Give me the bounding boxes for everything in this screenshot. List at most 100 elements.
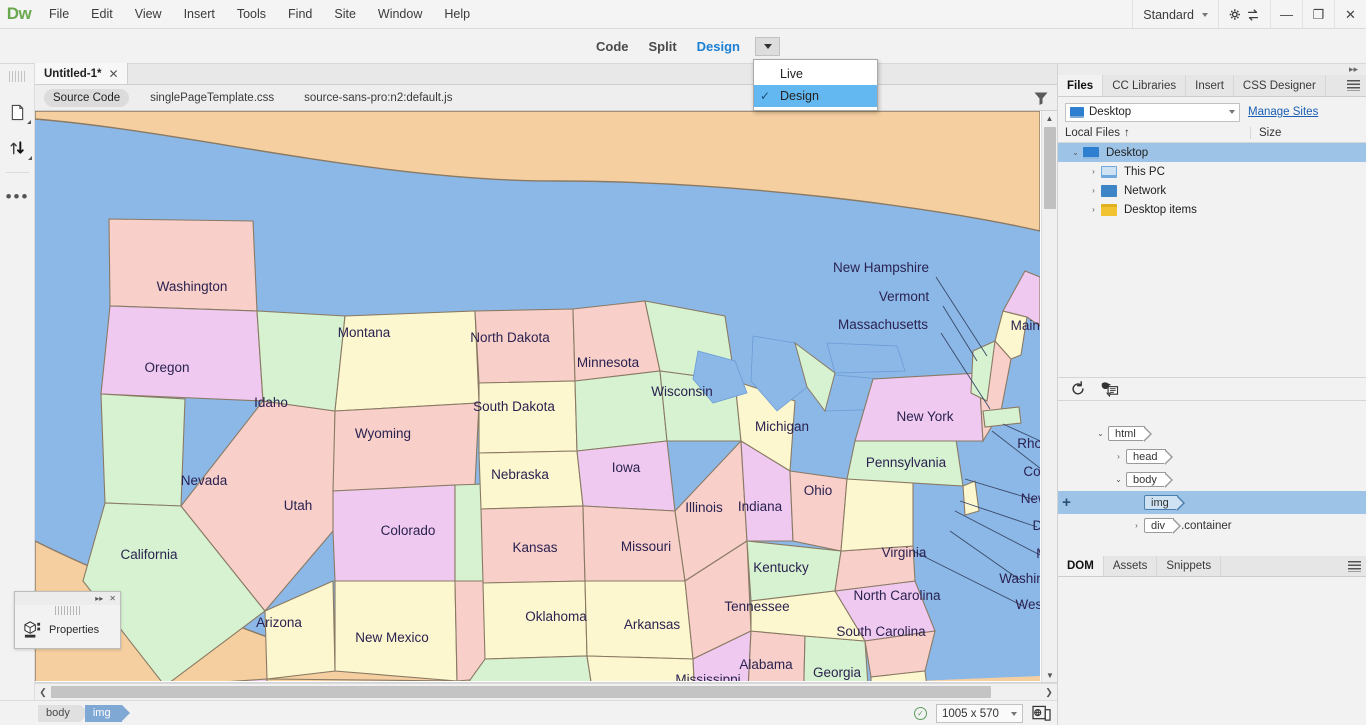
panel-menu-icon[interactable] [1347,80,1360,91]
dom-tree-row[interactable]: + img [1058,491,1366,514]
scroll-left-arrow-icon[interactable]: ❮ [35,687,51,698]
twisty-icon[interactable]: › [1129,521,1144,530]
document-tab-untitled1[interactable]: Untitled-1* ✕ [35,63,128,84]
view-option-code[interactable]: Code [586,29,639,64]
dom-tree-row[interactable]: ⌄ html [1058,422,1366,445]
menu-view[interactable]: View [124,0,173,29]
column-local-files[interactable]: Local Files ↑ [1058,127,1250,139]
dom-tag[interactable]: head [1126,449,1175,465]
horizontal-scroll-thumb[interactable] [51,686,991,698]
twisty-icon[interactable]: ⌄ [1068,148,1083,157]
tag-selector[interactable]: body img [0,704,130,722]
view-menu-item-live[interactable]: Live [754,63,877,85]
related-file-2[interactable]: source-sans-pro:n2:default.js [295,89,461,107]
properties-panel-grip[interactable] [54,606,81,615]
rail-grip-handle[interactable] [9,71,25,82]
panel-tab-files[interactable]: Files [1058,75,1104,96]
vertical-scroll-thumb[interactable] [1044,127,1056,209]
view-mode-dropdown-button[interactable] [755,36,780,56]
dom-tree-row[interactable]: › div .container [1058,514,1366,537]
menu-help[interactable]: Help [433,0,481,29]
toolbar-icons[interactable] [1218,0,1270,29]
check-circle-icon[interactable]: ✓ [914,707,927,720]
up-down-arrows-icon[interactable] [0,130,35,166]
dom-tag[interactable]: div [1144,518,1182,534]
close-icon[interactable]: ✕ [109,594,116,603]
add-element-icon[interactable]: + [1058,494,1075,511]
twisty-icon[interactable]: ⌄ [1111,475,1126,484]
column-size[interactable]: Size [1250,127,1366,139]
view-option-design[interactable]: Design [687,29,750,64]
file-tree-row[interactable]: › Desktop items [1058,200,1366,219]
close-icon[interactable]: ✕ [109,67,119,81]
panel-tab-insert[interactable]: Insert [1186,75,1234,96]
canvas-vertical-scrollbar[interactable]: ▲ ▼ [1041,111,1057,682]
close-button[interactable]: ✕ [1334,0,1366,29]
properties-panel[interactable]: ▸▸ ✕ Properties [14,591,121,649]
window-size-select[interactable]: 1005 x 570 [936,704,1023,723]
view-menu-item-design[interactable]: ✓ Design [754,85,877,107]
dom-panel-menu-icon[interactable] [1348,561,1361,572]
twisty-icon[interactable]: ⌄ [1093,429,1108,438]
restore-button[interactable]: ❐ [1302,0,1334,29]
menu-insert[interactable]: Insert [173,0,226,29]
page-file-icon[interactable] [0,94,35,130]
scroll-down-arrow-icon[interactable]: ▼ [1042,668,1057,682]
file-tree-row[interactable]: › Network [1058,181,1366,200]
menu-window[interactable]: Window [367,0,433,29]
gear-icon[interactable] [1229,7,1244,22]
view-option-split[interactable]: Split [638,29,686,64]
panel-tab-css-designer[interactable]: CSS Designer [1234,75,1326,96]
canvas-horizontal-scrollbar[interactable]: ❮ ❯ [35,683,1057,700]
panel-tab-cc-libraries[interactable]: CC Libraries [1103,75,1187,96]
filter-funnel-icon[interactable] [1033,90,1049,106]
manage-sites-link[interactable]: Manage Sites [1248,106,1318,118]
related-file-1[interactable]: singlePageTemplate.css [141,89,283,107]
more-options-icon[interactable]: ••• [0,179,35,215]
tag-selector-img[interactable]: img [84,704,130,722]
device-preview-icon[interactable] [1032,705,1051,722]
workspace-switcher[interactable]: Standard [1132,0,1218,29]
menu-find[interactable]: Find [277,0,323,29]
twisty-icon[interactable]: › [1111,452,1126,461]
twisty-icon[interactable]: › [1086,167,1101,176]
dom-tab-assets[interactable]: Assets [1104,556,1158,576]
file-tree-row[interactable]: › This PC [1058,162,1366,181]
collapse-icon[interactable]: ▸▸ [1349,64,1358,75]
view-menu-label-design: Design [780,89,819,103]
menu-file[interactable]: File [38,0,80,29]
view-mode-dropdown-menu[interactable]: Live ✓ Design [753,59,878,111]
tag-selector-body[interactable]: body [38,704,89,722]
dom-tree[interactable]: ⌄ html › head ⌄ body + img › div .container [1058,422,1366,537]
related-file-0[interactable]: Source Code [44,88,130,107]
twisty-icon[interactable]: › [1086,205,1101,214]
map-label-colorado: Colorado [381,523,436,538]
files-tree[interactable]: ⌄ Desktop › This PC › Network › Desktop items [1058,143,1366,219]
dom-tab-dom[interactable]: DOM [1058,556,1104,576]
file-tree-row[interactable]: ⌄ Desktop [1058,143,1366,162]
menu-site[interactable]: Site [323,0,367,29]
dom-tab-snippets[interactable]: Snippets [1157,556,1222,576]
dom-tree-row[interactable]: ⌄ body [1058,468,1366,491]
dom-tag[interactable]: body [1126,472,1173,488]
dom-tag[interactable]: html [1108,426,1152,442]
dom-tag[interactable]: img [1144,495,1185,511]
menu-edit[interactable]: Edit [80,0,124,29]
scroll-right-arrow-icon[interactable]: ❯ [1041,687,1057,698]
minimize-button[interactable]: — [1270,0,1302,29]
refresh-icon[interactable] [1070,381,1086,397]
live-code-comment-icon[interactable] [1100,381,1119,397]
site-select[interactable]: Desktop [1065,102,1240,122]
menu-tools[interactable]: Tools [226,0,277,29]
design-view-canvas[interactable]: Washington Montana North Dakota Minnesota Ma… [35,111,1057,683]
dom-tree-row[interactable]: › head [1058,445,1366,468]
related-files-bar: Source Code singlePageTemplate.css source-… [35,85,1057,111]
properties-panel-titlebar[interactable]: ▸▸ ✕ [15,592,120,605]
us-states-map-image[interactable]: Washington Montana North Dakota Minnesota Ma… [35,111,1040,681]
twisty-icon[interactable]: › [1086,186,1101,195]
dock-collapse-handle[interactable]: ▸▸ [1058,64,1366,75]
scroll-up-arrow-icon[interactable]: ▲ [1042,111,1057,126]
sync-arrows-icon[interactable] [1246,8,1260,22]
expand-icon[interactable]: ▸▸ [95,594,103,603]
map-label-virginia: Virginia [882,545,927,560]
